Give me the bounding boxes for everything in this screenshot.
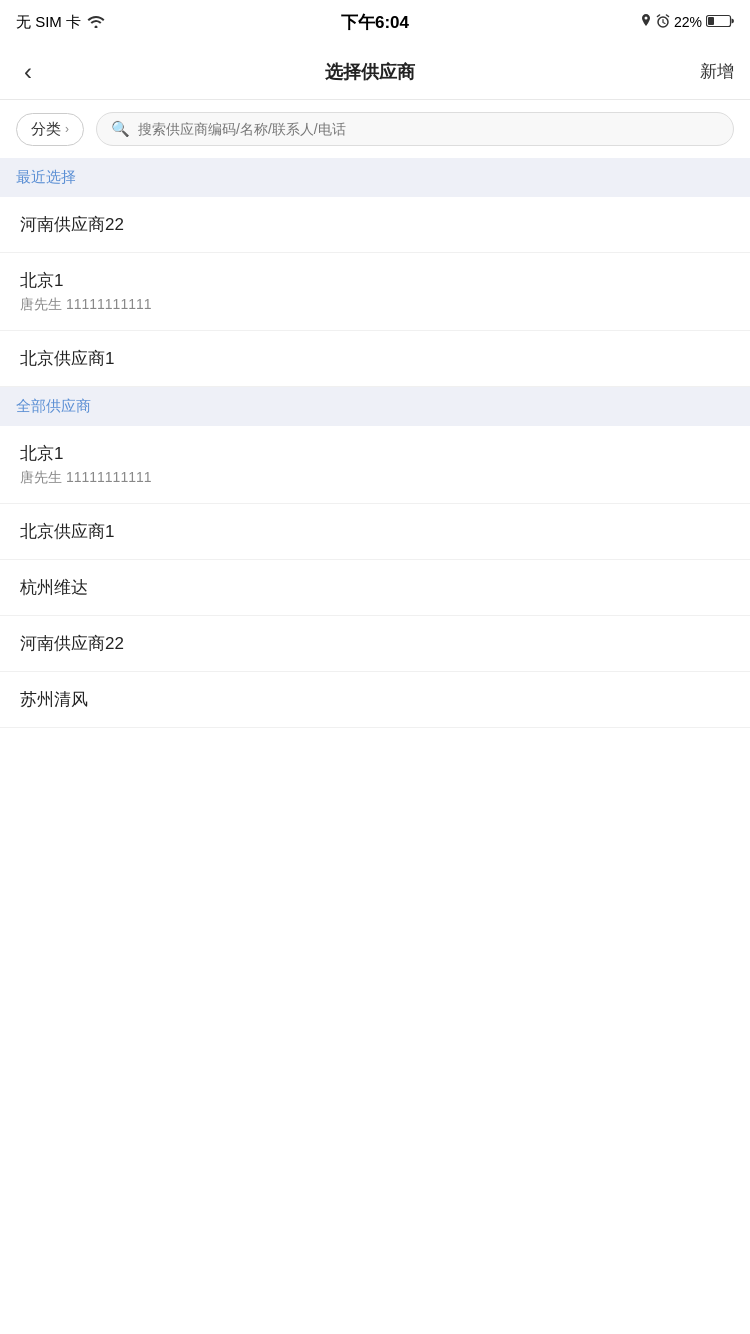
search-input[interactable] xyxy=(138,121,719,137)
search-box[interactable]: 🔍 xyxy=(96,112,734,146)
status-left: 无 SIM 卡 xyxy=(16,13,105,32)
sim-label: 无 SIM 卡 xyxy=(16,13,81,32)
list-item[interactable]: 北京1 唐先生 11111111111 xyxy=(0,426,750,504)
list-item[interactable]: 北京供应商1 xyxy=(0,331,750,387)
item-name: 北京供应商1 xyxy=(20,347,730,370)
status-bar: 无 SIM 卡 下午6:04 22% xyxy=(0,0,750,44)
item-sub: 唐先生 11111111111 xyxy=(20,296,730,314)
filter-row: 分类 › 🔍 xyxy=(0,100,750,158)
location-icon xyxy=(640,14,652,31)
item-name: 杭州维达 xyxy=(20,576,730,599)
list-item[interactable]: 河南供应商22 xyxy=(0,197,750,253)
status-time: 下午6:04 xyxy=(341,11,409,34)
list-item[interactable]: 河南供应商22 xyxy=(0,616,750,672)
nav-bar: ‹ 选择供应商 新增 xyxy=(0,44,750,100)
item-name: 北京供应商1 xyxy=(20,520,730,543)
battery-percent: 22% xyxy=(674,14,702,30)
wifi-icon xyxy=(87,14,105,31)
item-sub: 唐先生 11111111111 xyxy=(20,469,730,487)
list-item[interactable]: 苏州清风 xyxy=(0,672,750,728)
status-right: 22% xyxy=(640,14,734,31)
list-item[interactable]: 杭州维达 xyxy=(0,560,750,616)
search-icon: 🔍 xyxy=(111,120,130,138)
item-name: 苏州清风 xyxy=(20,688,730,711)
sections-container: 最近选择河南供应商22 北京1 唐先生 11111111111 北京供应商1 全部供应商… xyxy=(0,158,750,728)
list-item[interactable]: 北京1 唐先生 11111111111 xyxy=(0,253,750,331)
alarm-icon xyxy=(656,14,670,31)
item-name: 北京1 xyxy=(20,442,730,465)
back-button[interactable]: ‹ xyxy=(16,50,40,94)
list-item[interactable]: 北京供应商1 xyxy=(0,504,750,560)
svg-rect-2 xyxy=(708,17,714,25)
page-title: 选择供应商 xyxy=(325,60,415,84)
item-name: 河南供应商22 xyxy=(20,213,730,236)
section-header-all: 全部供应商 xyxy=(0,387,750,426)
add-button[interactable]: 新增 xyxy=(700,60,734,83)
item-name: 北京1 xyxy=(20,269,730,292)
item-name: 河南供应商22 xyxy=(20,632,730,655)
battery-icon xyxy=(706,14,734,31)
chevron-right-icon: › xyxy=(65,122,69,136)
section-header-recent: 最近选择 xyxy=(0,158,750,197)
category-button[interactable]: 分类 › xyxy=(16,113,84,146)
category-label: 分类 xyxy=(31,120,61,139)
